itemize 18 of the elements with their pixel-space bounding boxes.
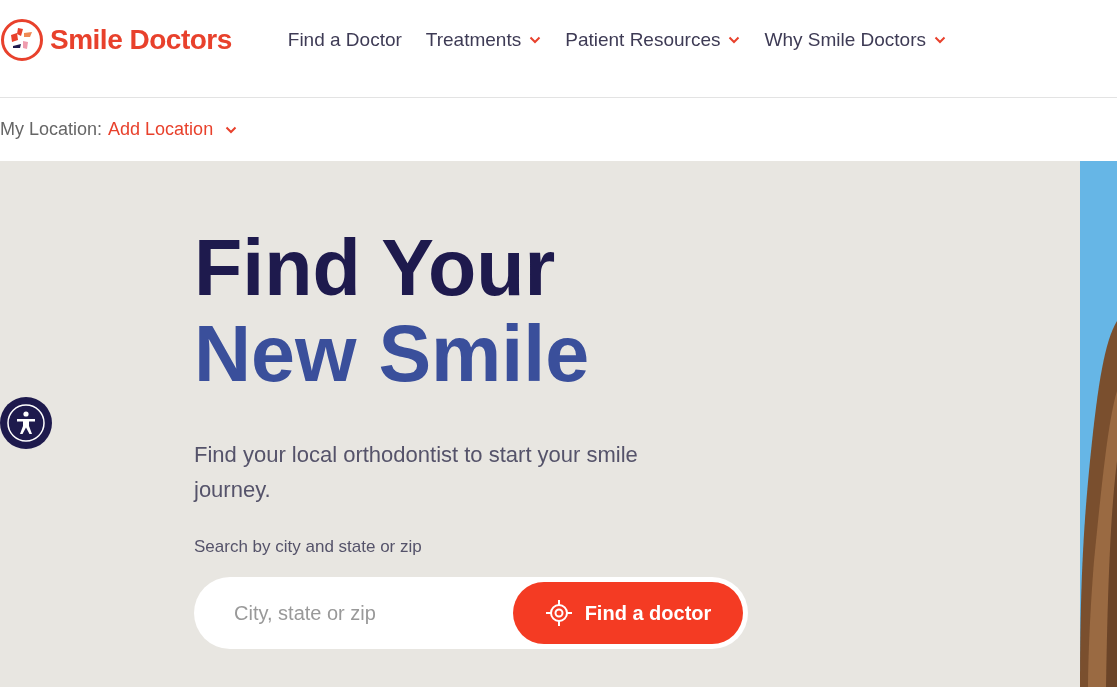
hero-title: Find Your (194, 225, 557, 311)
hero-subtitle: Find your local orthodontist to start your smile journey. (194, 441, 639, 504)
nav-link[interactable]: Treatments (425, 28, 542, 51)
logo-text[interactable]: Smile Doctors (50, 23, 232, 56)
search-label: Search by city and state or zip (194, 537, 423, 557)
accessibility-button[interactable] (0, 397, 52, 449)
nav-link[interactable]: Patient Resources (565, 28, 741, 51)
logo-icon (0, 17, 44, 62)
search-field[interactable]: City, state or zip Find a doctor (194, 577, 748, 649)
caret-icon (225, 125, 238, 134)
target-icon (544, 599, 573, 627)
nav-link[interactable]: Why Smile Doctors (764, 28, 946, 51)
add-location-link[interactable]: Add Location (108, 119, 238, 140)
accessibility-icon (6, 403, 46, 443)
find-doctor-button[interactable]: Find a doctor (513, 582, 743, 644)
nav-link[interactable]: Find a Doctor (287, 28, 402, 51)
hero-title: New Smile (194, 311, 591, 397)
location-label: My Location: (0, 119, 103, 140)
